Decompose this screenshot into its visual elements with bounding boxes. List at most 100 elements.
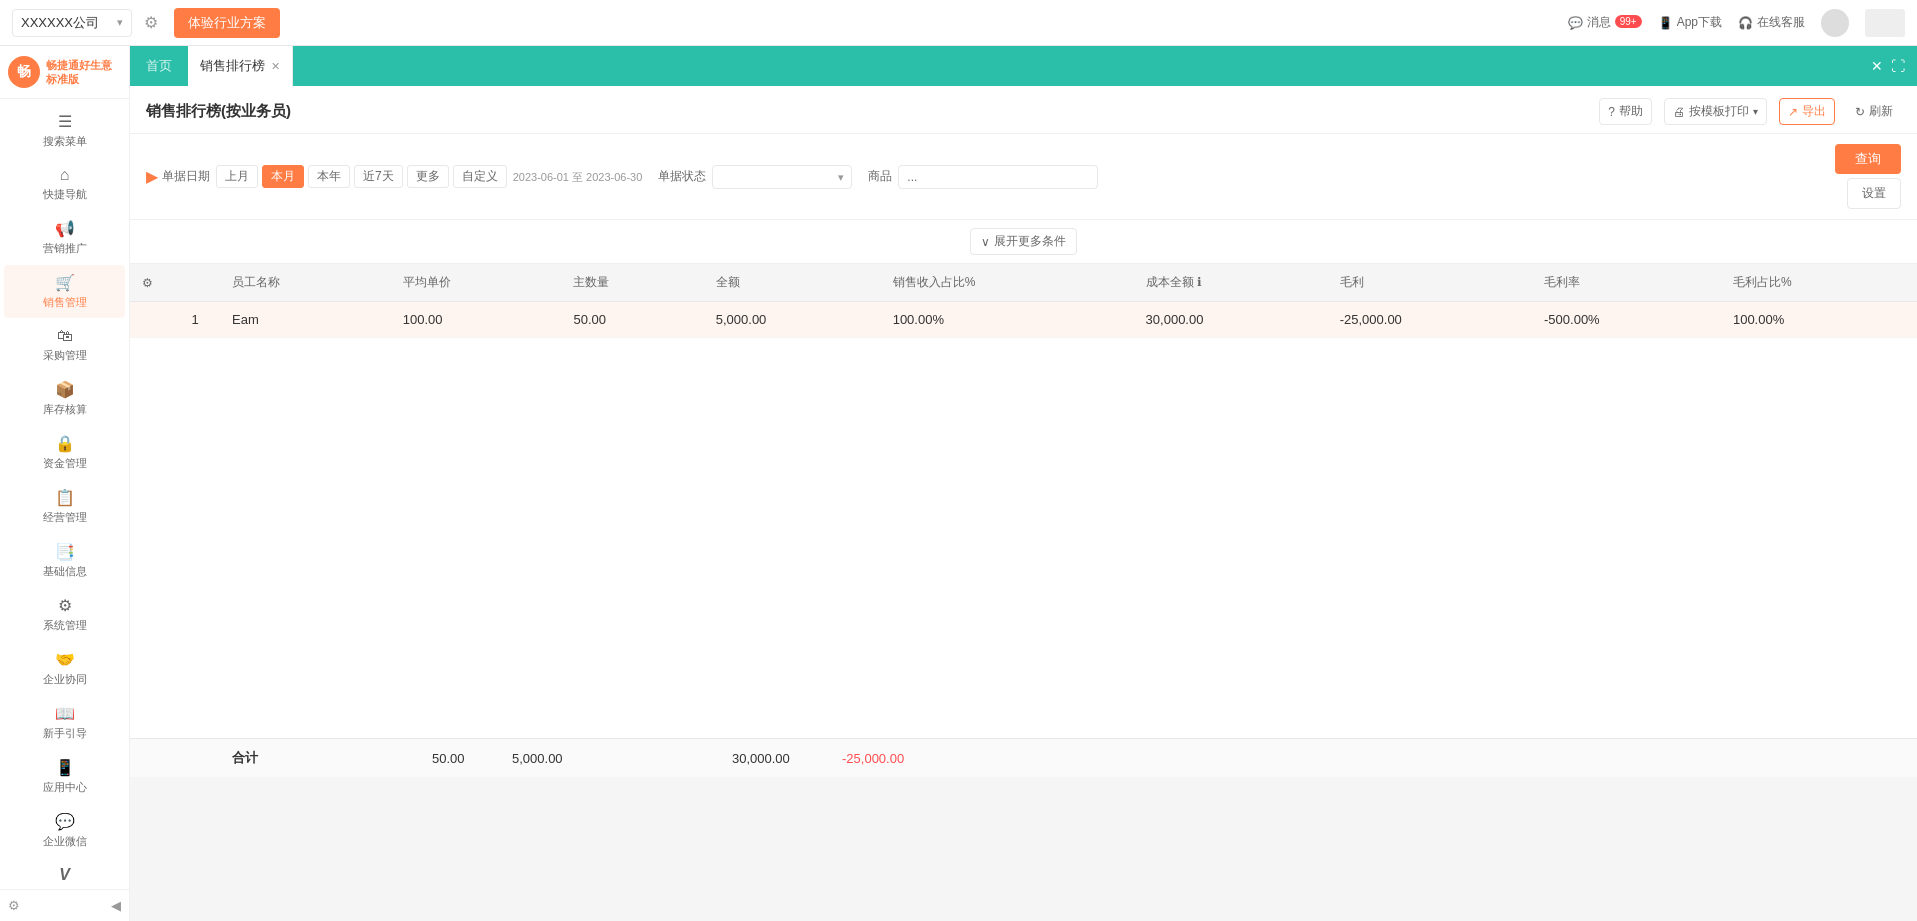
- print-btn[interactable]: 🖨 按模板打印 ▾: [1664, 98, 1767, 125]
- th-avg-price: 平均单价: [391, 264, 562, 302]
- sidebar-item-app-center[interactable]: 📱 应用中心: [4, 750, 125, 803]
- print-icon: 🖨: [1673, 105, 1685, 119]
- td-gross-pct: 100.00%: [1721, 302, 1917, 338]
- sidebar-item-label: 库存核算: [43, 402, 87, 417]
- refresh-btn[interactable]: ↻ 刷新: [1847, 99, 1901, 124]
- window-maximize-icon[interactable]: ⛶: [1891, 58, 1905, 74]
- date-btn-last-month[interactable]: 上月: [216, 165, 258, 188]
- search-order-icon: ☰: [58, 112, 72, 131]
- th-settings[interactable]: ⚙: [130, 264, 170, 302]
- sidebar-settings-icon[interactable]: ⚙: [8, 898, 20, 913]
- brand-icon: 畅: [8, 56, 40, 88]
- message-btn[interactable]: 💬 消息 99+: [1568, 14, 1642, 31]
- date-btn-custom[interactable]: 自定义: [453, 165, 507, 188]
- app-download-btn[interactable]: 📱 App下载: [1658, 14, 1722, 31]
- total-main-qty: 50.00: [432, 751, 512, 766]
- purchase-icon: 🛍: [57, 327, 73, 345]
- th-rank: [170, 264, 220, 302]
- date-btn-current-year[interactable]: 本年: [308, 165, 350, 188]
- sales-icon: 🛒: [55, 273, 75, 292]
- table-settings-icon[interactable]: ⚙: [142, 276, 153, 290]
- status-select[interactable]: [712, 165, 852, 189]
- sidebar-nav: ☰ 搜索菜单 ⌂ 快捷导航 📢 营销推广 🛒 销售管理 🛍 采购管理: [0, 99, 129, 889]
- message-icon: 💬: [1568, 16, 1583, 30]
- sidebar-item-system-mgmt[interactable]: ⚙ 系统管理: [4, 588, 125, 641]
- total-total-amt: 5,000.00: [512, 751, 612, 766]
- sidebar-item-label: 营销推广: [43, 241, 87, 256]
- print-label: 按模板打印: [1689, 103, 1749, 120]
- page-title: 销售排行榜(按业务员): [146, 102, 291, 121]
- sidebar-collapse-icon[interactable]: ◀: [111, 898, 121, 913]
- th-gross-profit: 毛利: [1328, 264, 1532, 302]
- goods-filter: 商品: [868, 165, 1098, 189]
- home-icon: ⌂: [60, 166, 70, 184]
- filter-toggle-icon[interactable]: ▶: [146, 167, 158, 186]
- sidebar-item-label: 系统管理: [43, 618, 87, 633]
- message-badge: 99+: [1615, 15, 1642, 28]
- sidebar-item-beginner-guide[interactable]: 📖 新手引导: [4, 696, 125, 749]
- date-btn-current-month[interactable]: 本月: [262, 165, 304, 188]
- expand-chevron-icon: ∨: [981, 235, 990, 249]
- online-service-btn[interactable]: 🎧 在线客服: [1738, 14, 1805, 31]
- sidebar-item-operations[interactable]: 📋 经营管理: [4, 480, 125, 533]
- sidebar-item-purchase-mgmt[interactable]: 🛍 采购管理: [4, 319, 125, 371]
- sidebar-item-finance[interactable]: 🔒 资金管理: [4, 426, 125, 479]
- brand-text: 畅捷通好生意 标准版: [46, 58, 112, 87]
- td-cost-amt: 30,000.00: [1134, 302, 1328, 338]
- td-gross-profit: -25,000.00: [1328, 302, 1532, 338]
- sidebar-item-label: 基础信息: [43, 564, 87, 579]
- window-close-icon[interactable]: ✕: [1871, 58, 1883, 74]
- td-gross-rate: -500.00%: [1532, 302, 1721, 338]
- th-total-amt: 全额: [704, 264, 881, 302]
- date-btn-last-7days[interactable]: 近7天: [354, 165, 403, 188]
- expand-more-btn[interactable]: ∨ 展开更多条件: [970, 228, 1077, 255]
- sidebar-item-enterprise-wechat[interactable]: 💬 企业微信: [4, 804, 125, 857]
- help-icon: ?: [1608, 105, 1615, 119]
- sidebar-item-marketing[interactable]: 📢 营销推广: [4, 211, 125, 264]
- sidebar-item-label: 应用中心: [43, 780, 87, 795]
- table-wrapper: ⚙ 员工名称 平均单价 主数量 全额 销售收入占比% 成本全额 ℹ: [130, 264, 1917, 338]
- th-gross-pct: 毛利占比%: [1721, 264, 1917, 302]
- sidebar-item-inventory[interactable]: 📦 库存核算: [4, 372, 125, 425]
- goods-input[interactable]: [898, 165, 1098, 189]
- total-gross-profit: -25,000.00: [842, 751, 952, 766]
- data-table: ⚙ 员工名称 平均单价 主数量 全额 销售收入占比% 成本全额 ℹ: [130, 264, 1917, 338]
- date-btn-more[interactable]: 更多: [407, 165, 449, 188]
- company-chevron-icon: ▾: [117, 16, 123, 29]
- td-main-qty: 50.00: [561, 302, 703, 338]
- sidebar-item-basic-info[interactable]: 📑 基础信息: [4, 534, 125, 587]
- sidebar-item-label: 销售管理: [43, 295, 87, 310]
- query-btn[interactable]: 查询: [1835, 144, 1901, 174]
- sidebar-item-vip-member[interactable]: V 畅会员: [4, 858, 125, 889]
- td-employee-name: Eam: [220, 302, 391, 338]
- total-row: 合计 50.00 5,000.00 30,000.00 -25,000.00: [130, 738, 1917, 777]
- user-name-area[interactable]: [1865, 9, 1905, 37]
- tab-close-icon[interactable]: ✕: [271, 60, 280, 73]
- goods-label: 商品: [868, 168, 892, 185]
- sidebar-item-search-order[interactable]: ☰ 搜索菜单: [4, 104, 125, 157]
- headset-icon: 🎧: [1738, 16, 1753, 30]
- th-sales-pct: 销售收入占比%: [881, 264, 1134, 302]
- tab-sales-ranking[interactable]: 销售排行榜 ✕: [188, 46, 293, 86]
- vip-icon: V: [59, 866, 70, 884]
- sidebar-item-sales-mgmt[interactable]: 🛒 销售管理: [4, 265, 125, 318]
- td-total-amt: 5,000.00: [704, 302, 881, 338]
- tab-label: 销售排行榜: [200, 57, 265, 75]
- tab-home[interactable]: 首页: [130, 46, 188, 86]
- print-chevron-icon: ▾: [1753, 106, 1758, 117]
- industry-btn[interactable]: 体验行业方案: [174, 8, 280, 38]
- company-selector[interactable]: XXXXXX公司 ▾: [12, 9, 132, 37]
- status-label: 单据状态: [658, 168, 706, 185]
- system-icon: ⚙: [58, 596, 72, 615]
- sidebar-item-quick-nav[interactable]: ⌂ 快捷导航: [4, 158, 125, 210]
- sidebar-item-label: 搜索菜单: [43, 134, 87, 149]
- settings-filter-btn[interactable]: 设置: [1847, 178, 1901, 209]
- table-row: 1 Eam 100.00 50.00 5,000.00 100.00% 30,0…: [130, 302, 1917, 338]
- company-name-text: XXXXXX公司: [21, 14, 99, 32]
- help-btn[interactable]: ? 帮助: [1599, 98, 1652, 125]
- settings-icon[interactable]: ⚙: [144, 13, 158, 32]
- sidebar-item-enterprise-collab[interactable]: 🤝 企业协同: [4, 642, 125, 695]
- avatar[interactable]: [1821, 9, 1849, 37]
- export-label: 导出: [1802, 103, 1826, 120]
- export-btn[interactable]: ↗ 导出: [1779, 98, 1835, 125]
